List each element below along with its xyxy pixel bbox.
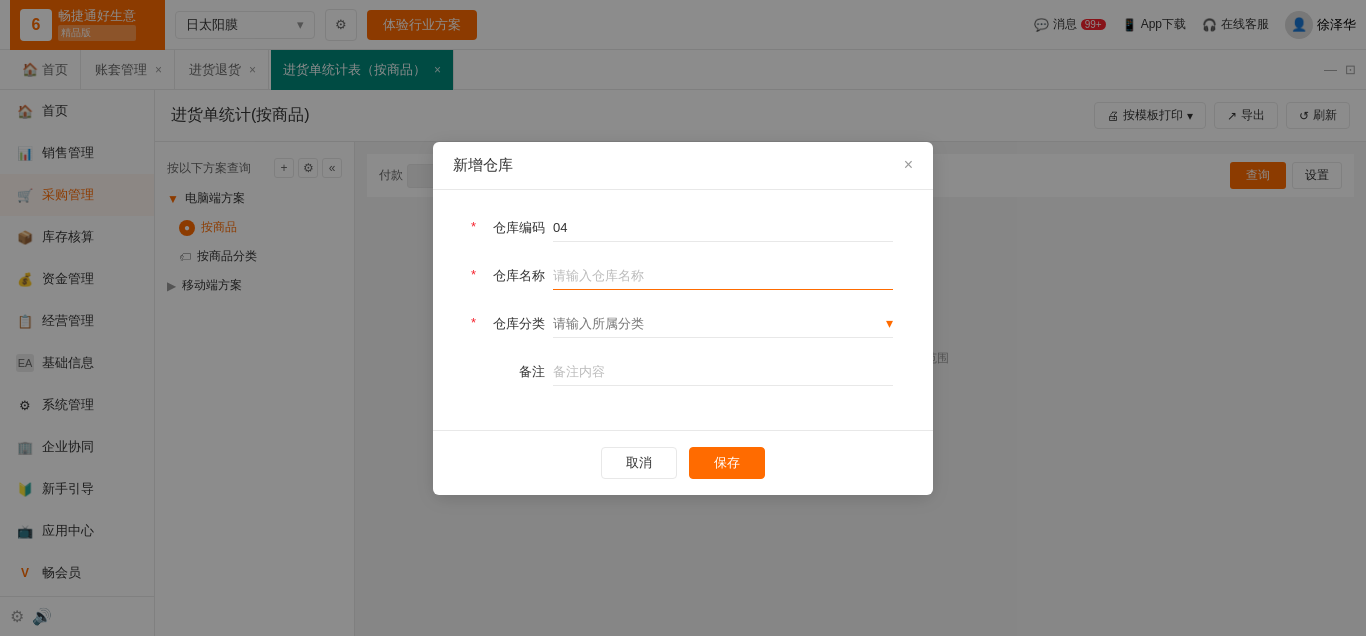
name-label: 仓库名称	[473, 267, 553, 285]
modal-overlay: 新增仓库 × 仓库编码 仓库名称 仓库分类 ▾	[0, 0, 1366, 636]
form-item-code: 仓库编码	[473, 214, 893, 242]
code-input[interactable]	[553, 214, 893, 242]
category-input[interactable]	[553, 310, 886, 337]
form-item-category: 仓库分类 ▾	[473, 310, 893, 338]
note-label: 备注	[473, 363, 553, 381]
add-warehouse-modal: 新增仓库 × 仓库编码 仓库名称 仓库分类 ▾	[433, 142, 933, 495]
modal-close-button[interactable]: ×	[904, 156, 913, 174]
modal-header: 新增仓库 ×	[433, 142, 933, 190]
form-item-name: 仓库名称	[473, 262, 893, 290]
category-label: 仓库分类	[473, 315, 553, 333]
cancel-button[interactable]: 取消	[601, 447, 677, 479]
save-button[interactable]: 保存	[689, 447, 765, 479]
code-label: 仓库编码	[473, 219, 553, 237]
category-select-wrapper: ▾	[553, 310, 893, 338]
modal-footer: 取消 保存	[433, 430, 933, 495]
note-input[interactable]	[553, 358, 893, 386]
modal-body: 仓库编码 仓库名称 仓库分类 ▾ 备注	[433, 190, 933, 430]
name-input[interactable]	[553, 262, 893, 290]
form-item-note: 备注	[473, 358, 893, 386]
category-dropdown-icon[interactable]: ▾	[886, 315, 893, 331]
modal-title: 新增仓库	[453, 156, 513, 175]
